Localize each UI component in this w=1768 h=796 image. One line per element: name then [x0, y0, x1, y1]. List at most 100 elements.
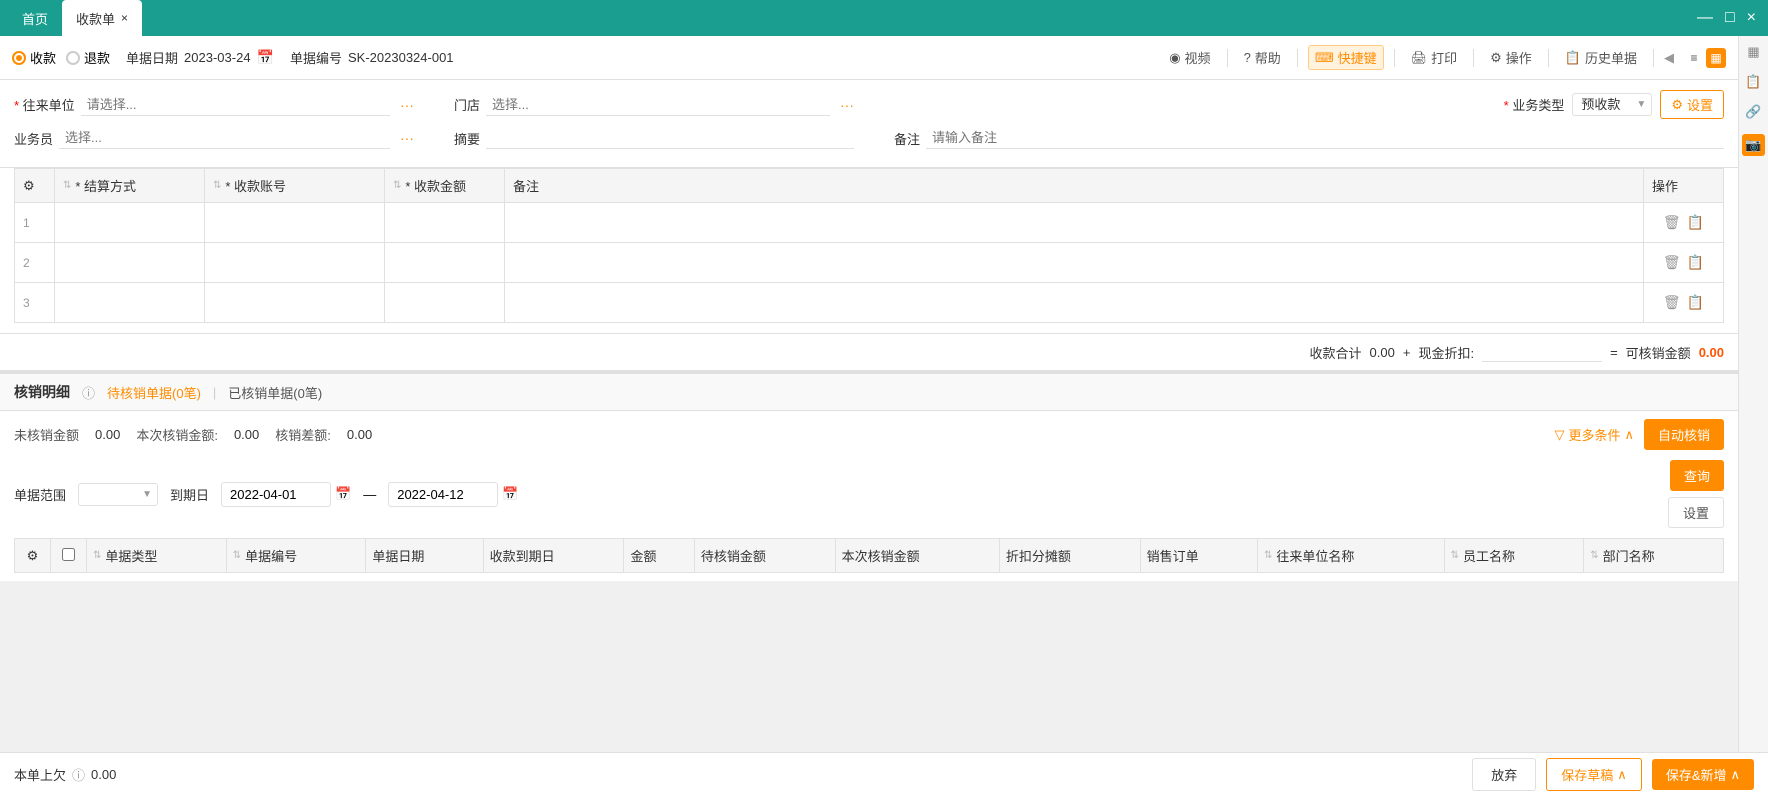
row2-copy-icon[interactable]: 📋: [1687, 254, 1704, 271]
row2-account[interactable]: [205, 243, 385, 283]
row1-delete-icon[interactable]: 🗑: [1663, 214, 1681, 231]
print-btn[interactable]: 🖨 打印: [1405, 46, 1464, 69]
abandon-button[interactable]: 放弃: [1472, 758, 1536, 791]
more-conditions-btn[interactable]: ▽ 更多条件 ∧: [1554, 425, 1634, 444]
row3-settle[interactable]: [55, 283, 205, 323]
discount-label: 现金折扣:: [1418, 343, 1474, 362]
row2-action-icons: 🗑 📋: [1652, 254, 1715, 271]
writeoff-info-icon[interactable]: ⓘ: [82, 383, 95, 402]
row2-settle[interactable]: [55, 243, 205, 283]
radio-refund[interactable]: 退款: [66, 48, 110, 67]
layout-grid-icon[interactable]: ▦: [1706, 48, 1726, 68]
tab-done[interactable]: 已核销单据(0笔): [228, 383, 322, 402]
col-amount-header: 金额: [624, 539, 694, 573]
close-icon[interactable]: ×: [1743, 7, 1760, 29]
col-checkbox[interactable]: [51, 539, 87, 573]
tab-pending[interactable]: 待核销单据(0笔): [107, 383, 201, 402]
date-from-input[interactable]: [221, 482, 331, 507]
calendar-to-icon[interactable]: 📅: [502, 486, 518, 502]
row3-amount[interactable]: [385, 283, 505, 323]
writeoff-title: 核销明细: [14, 382, 70, 402]
row1-copy-icon[interactable]: 📋: [1687, 214, 1704, 231]
col-note-header: 备注: [505, 169, 1644, 203]
range-select[interactable]: [78, 483, 158, 506]
salesperson-more-icon[interactable]: ···: [400, 130, 414, 146]
save-new-button[interactable]: 保存&新增 ∧: [1652, 759, 1754, 790]
remark-input[interactable]: [926, 127, 1724, 149]
discount-input[interactable]: [1482, 342, 1602, 362]
col-settings-bottom[interactable]: ⚙: [15, 539, 51, 573]
minimize-icon[interactable]: —: [1693, 7, 1717, 29]
counterparty-label: 往来单位: [14, 95, 75, 114]
info-icon[interactable]: ⓘ: [72, 765, 85, 784]
col-dept-header: ⇅部门名称: [1584, 539, 1724, 573]
sidebar-icon-4[interactable]: 📷: [1742, 134, 1764, 156]
tab-home-label: 首页: [22, 9, 48, 28]
row3-note[interactable]: [505, 283, 1644, 323]
tab-close-icon[interactable]: ×: [121, 11, 128, 25]
print-icon: 🖨: [1411, 50, 1428, 66]
row1-amount[interactable]: [385, 203, 505, 243]
counterparty-more-icon[interactable]: ···: [400, 97, 414, 113]
row1-note[interactable]: [505, 203, 1644, 243]
maximize-icon[interactable]: □: [1721, 7, 1739, 29]
row1-settle[interactable]: [55, 203, 205, 243]
range-select-wrap: ▼: [78, 483, 158, 506]
account-label: * 收款账号: [225, 176, 286, 195]
row3-delete-icon[interactable]: 🗑: [1663, 294, 1681, 311]
row2-amount[interactable]: [385, 243, 505, 283]
nav-prev-icon[interactable]: ◀: [1664, 50, 1674, 66]
help-btn[interactable]: ? 帮助: [1238, 46, 1287, 69]
row1-num: 1: [15, 203, 55, 243]
calendar-from-icon[interactable]: 📅: [335, 486, 351, 502]
settings-button[interactable]: ⚙ 设置: [1660, 90, 1724, 119]
row3-account[interactable]: [205, 283, 385, 323]
save-draft-arrow: ∧: [1617, 767, 1627, 783]
chevron-up-icon: ∧: [1624, 427, 1634, 443]
query-button[interactable]: 查询: [1670, 460, 1724, 491]
tab-home[interactable]: 首页: [8, 0, 62, 36]
shortcut-btn[interactable]: ⌨ 快捷键: [1308, 45, 1384, 70]
row3-copy-icon[interactable]: 📋: [1687, 294, 1704, 311]
summary-label: 摘要: [454, 129, 480, 148]
layout-list-icon[interactable]: ≡: [1684, 48, 1704, 68]
date-label: 单据日期: [126, 48, 178, 67]
settings-label: 设置: [1687, 95, 1713, 114]
save-new-arrow: ∧: [1730, 767, 1740, 783]
divider2: [1297, 49, 1298, 67]
date-to-input[interactable]: [388, 482, 498, 507]
settings-icon: ⚙: [23, 178, 35, 193]
counterparty-input[interactable]: [81, 94, 390, 116]
select-all-checkbox[interactable]: [62, 548, 75, 561]
store-more-icon[interactable]: ···: [840, 97, 854, 113]
radio-receive[interactable]: 收款: [12, 48, 56, 67]
save-draft-button[interactable]: 保存草稿 ∧: [1546, 758, 1642, 791]
action-label: 操作: [1652, 179, 1678, 194]
bottom-table: ⚙ ⇅单据类型 ⇅单据编号 单据日期 收款到期日: [14, 538, 1724, 573]
number-value: SK-20230324-001: [348, 50, 454, 65]
row2-delete-icon[interactable]: 🗑: [1663, 254, 1681, 271]
sidebar-icon-3[interactable]: 🔗: [1745, 104, 1761, 120]
col-date-header: 单据日期: [366, 539, 483, 573]
video-btn[interactable]: ◉ 视频: [1163, 46, 1216, 69]
salesperson-input[interactable]: [59, 127, 390, 149]
sidebar-icon-1[interactable]: ▦: [1747, 44, 1759, 60]
auto-writeoff-button[interactable]: 自动核销: [1644, 419, 1724, 450]
col-settings-header[interactable]: ⚙: [15, 169, 55, 203]
date-from-wrap: 📅: [221, 482, 351, 507]
history-btn[interactable]: 📋 历史单据: [1559, 46, 1643, 69]
operation-btn[interactable]: ⚙ 操作: [1484, 46, 1538, 69]
sidebar-icon-2[interactable]: 📋: [1745, 74, 1761, 90]
col-account-header: ⇅ * 收款账号: [205, 169, 385, 203]
filter-settings-button[interactable]: 设置: [1668, 497, 1724, 528]
tab-current[interactable]: 收款单 ×: [62, 0, 142, 36]
summary-input[interactable]: [486, 127, 854, 149]
row2-note[interactable]: [505, 243, 1644, 283]
amount-sort: ⇅ * 收款金额: [393, 176, 496, 195]
unchecked-value: 0.00: [95, 427, 120, 442]
writeoff-diff-value: 0.00: [347, 427, 372, 442]
calendar-icon[interactable]: 📅: [257, 49, 274, 66]
row1-account[interactable]: [205, 203, 385, 243]
business-type-select[interactable]: 预收款: [1572, 93, 1652, 116]
store-input[interactable]: [486, 94, 830, 116]
